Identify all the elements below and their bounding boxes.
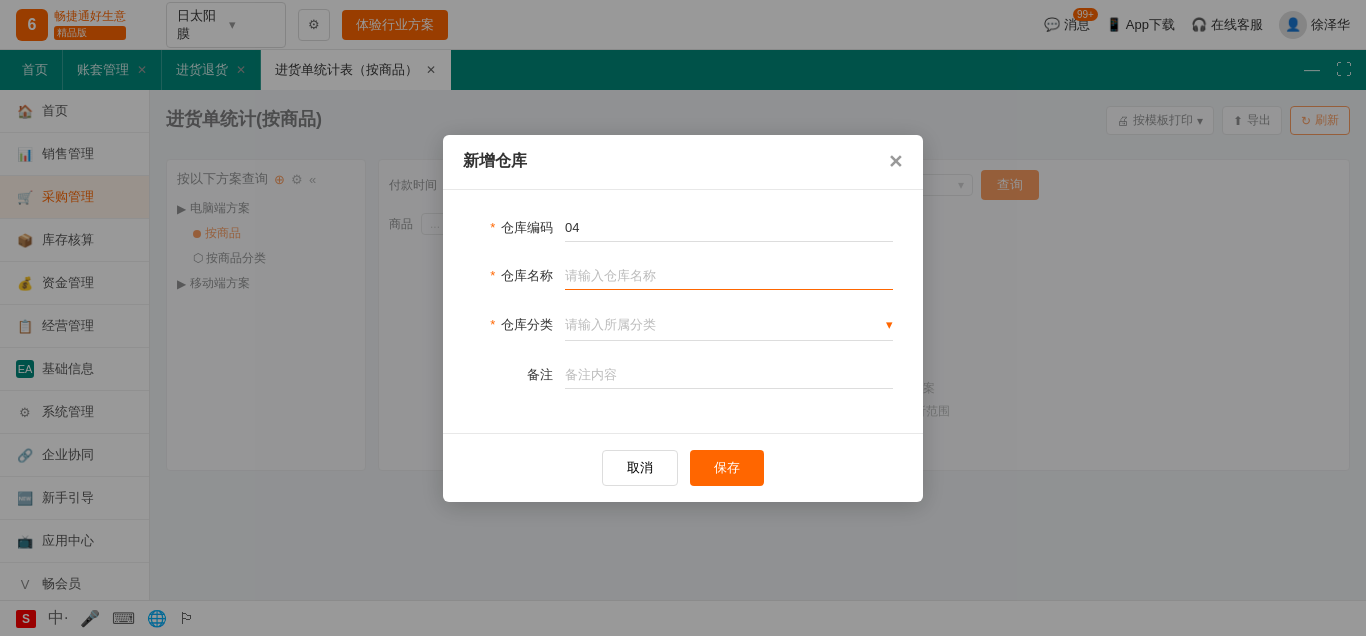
form-row-category: * 仓库分类 请输入所属分类 ▾ (473, 310, 893, 341)
required-icon: * (490, 220, 495, 235)
dialog-body: * 仓库编码 * 仓库名称 * 仓库分类 请输入所属 (443, 190, 923, 433)
overlay: 新增仓库 ✕ * 仓库编码 * 仓库名称 (0, 0, 1366, 636)
dialog-footer: 取消 保存 (443, 433, 923, 502)
dialog-header: 新增仓库 ✕ (443, 135, 923, 190)
dialog-title: 新增仓库 (463, 151, 527, 172)
name-label: * 仓库名称 (473, 267, 553, 285)
form-row-code: * 仓库编码 (473, 214, 893, 242)
note-label: 备注 (473, 366, 553, 384)
required-name-icon: * (490, 268, 495, 283)
form-row-name: * 仓库名称 (473, 262, 893, 290)
category-placeholder: 请输入所属分类 (565, 316, 656, 334)
save-button[interactable]: 保存 (690, 450, 764, 486)
cancel-button[interactable]: 取消 (602, 450, 678, 486)
note-input[interactable] (565, 361, 893, 389)
category-dropdown-icon: ▾ (886, 317, 893, 332)
code-input[interactable] (565, 214, 893, 242)
name-input[interactable] (565, 262, 893, 290)
code-label: * 仓库编码 (473, 219, 553, 237)
required-category-icon: * (490, 317, 495, 332)
dialog-close-icon[interactable]: ✕ (888, 151, 903, 173)
new-warehouse-dialog: 新增仓库 ✕ * 仓库编码 * 仓库名称 (443, 135, 923, 502)
form-row-note: 备注 (473, 361, 893, 389)
category-select[interactable]: 请输入所属分类 ▾ (565, 310, 893, 341)
category-label: * 仓库分类 (473, 316, 553, 334)
